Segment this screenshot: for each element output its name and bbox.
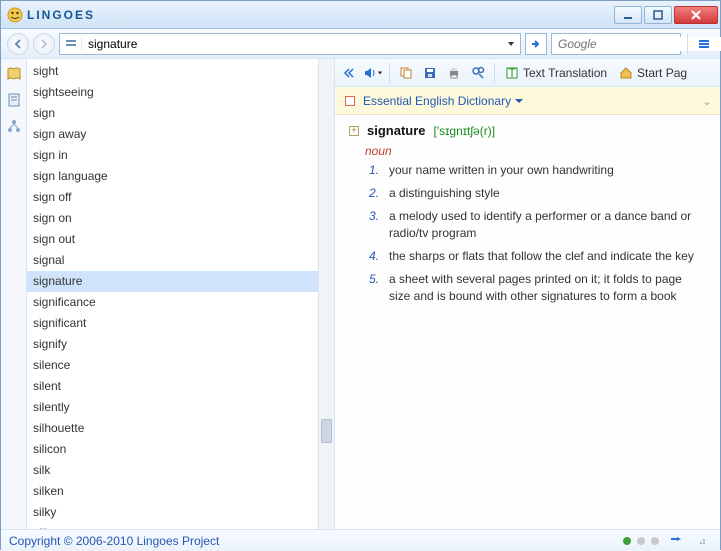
app-logo-icon	[7, 7, 23, 23]
word-list-item[interactable]: sign away	[27, 124, 334, 145]
save-icon[interactable]	[420, 63, 440, 83]
definition-item: 3. a melody used to identify a performer …	[365, 208, 706, 242]
definition-item: 4. the sharps or flats that follow the cl…	[365, 248, 706, 265]
web-search-wrap	[551, 33, 681, 55]
app-title: LINGOES	[27, 8, 95, 22]
word-list-item[interactable]: sign off	[27, 187, 334, 208]
search-field-wrap	[59, 33, 521, 55]
dictionary-bar: Essential English Dictionary ⌄	[335, 87, 720, 115]
definition-number: 4.	[365, 248, 379, 265]
search-mode-icon[interactable]	[60, 38, 82, 50]
close-button[interactable]	[674, 6, 718, 24]
forward-button[interactable]	[33, 33, 55, 55]
collapse-left-icon[interactable]	[339, 63, 359, 83]
definition-item: 5. a sheet with several pages printed on …	[365, 271, 706, 305]
definition-item: 2. a distinguishing style	[365, 185, 706, 202]
svg-text:T: T	[508, 66, 516, 80]
definition-number: 5.	[365, 271, 379, 305]
maximize-button[interactable]	[644, 6, 672, 24]
word-list-item[interactable]: significance	[27, 292, 334, 313]
word-list-scrollbar[interactable]	[318, 59, 334, 529]
word-list-item[interactable]: signature	[27, 271, 334, 292]
text-translation-label: Text Translation	[523, 66, 607, 80]
word-list-item[interactable]: silken	[27, 481, 334, 502]
status-dot-grey1	[637, 537, 645, 545]
resize-grip-icon[interactable]	[694, 533, 706, 548]
dictionary-name-dropdown[interactable]: Essential English Dictionary	[363, 94, 523, 108]
word-list-item[interactable]: sight	[27, 61, 334, 82]
main-toolbar	[1, 29, 720, 59]
menu-button[interactable]	[694, 34, 714, 54]
word-list-item[interactable]: sill	[27, 523, 334, 529]
definition-item: 1. your name written in your own handwrit…	[365, 162, 706, 179]
word-list-item[interactable]: silently	[27, 397, 334, 418]
statusbar: Copyright © 2006-2010 Lingoes Project	[1, 529, 720, 551]
definition-text: a melody used to identify a performer or…	[389, 208, 706, 242]
content-pane: T Text Translation Start Pag Essential E…	[335, 59, 720, 529]
word-list-item[interactable]: silhouette	[27, 418, 334, 439]
speaker-icon[interactable]	[363, 63, 383, 83]
word-list: sightsightseeingsignsign awaysign insign…	[27, 59, 334, 529]
definition-list: 1. your name written in your own handwrit…	[365, 162, 706, 305]
word-list-item[interactable]: signify	[27, 334, 334, 355]
expand-entry-icon[interactable]: +	[349, 126, 359, 136]
word-list-item[interactable]: sightseeing	[27, 82, 334, 103]
word-list-item[interactable]: sign language	[27, 166, 334, 187]
copy-icon[interactable]	[396, 63, 416, 83]
dictionary-collapse-icon[interactable]: ⌄	[702, 94, 712, 108]
pin-icon[interactable]	[668, 532, 682, 549]
appendix-icon[interactable]	[5, 91, 23, 109]
pronunciation: ['sɪgnɪtʃə(r)]	[434, 124, 496, 138]
dictionary-icon	[343, 94, 357, 108]
word-list-item[interactable]: silent	[27, 376, 334, 397]
word-list-item[interactable]: sign out	[27, 229, 334, 250]
titlebar: LINGOES	[1, 1, 720, 29]
content-toolbar: T Text Translation Start Pag	[335, 59, 720, 87]
definition-text: a sheet with several pages printed on it…	[389, 271, 706, 305]
definition-number: 2.	[365, 185, 379, 202]
toolbar-separator	[687, 34, 688, 54]
status-dot-green	[623, 537, 631, 545]
start-page-button[interactable]: Start Pag	[615, 64, 691, 82]
word-list-item[interactable]: silicon	[27, 439, 334, 460]
network-icon[interactable]	[5, 117, 23, 135]
text-translation-button[interactable]: T Text Translation	[501, 64, 611, 82]
word-list-item[interactable]: sign in	[27, 145, 334, 166]
print-icon[interactable]	[444, 63, 464, 83]
scrollbar-thumb[interactable]	[321, 419, 332, 443]
part-of-speech: noun	[365, 144, 706, 158]
headword: signature	[367, 123, 426, 138]
word-list-item[interactable]: significant	[27, 313, 334, 334]
back-button[interactable]	[7, 33, 29, 55]
word-list-item[interactable]: silky	[27, 502, 334, 523]
main-body: sightsightseeingsignsign awaysign insign…	[1, 59, 720, 529]
definition-number: 1.	[365, 162, 379, 179]
go-button[interactable]	[525, 33, 547, 55]
find-icon[interactable]	[468, 63, 488, 83]
word-list-item[interactable]: silence	[27, 355, 334, 376]
word-list-pane: sightsightseeingsignsign awaysign insign…	[27, 59, 335, 529]
definition-text: your name written in your own handwritin…	[389, 162, 706, 179]
book-icon[interactable]	[5, 65, 23, 83]
search-dropdown[interactable]	[502, 40, 520, 48]
minimize-button[interactable]	[614, 6, 642, 24]
entry-content: + signature ['sɪgnɪtʃə(r)] noun 1. your n…	[335, 115, 720, 529]
word-list-item[interactable]: sign on	[27, 208, 334, 229]
copyright-text: Copyright © 2006-2010 Lingoes Project	[9, 534, 219, 548]
word-list-item[interactable]: silk	[27, 460, 334, 481]
definition-text: the sharps or flats that follow the clef…	[389, 248, 706, 265]
definition-number: 3.	[365, 208, 379, 242]
left-icon-column	[1, 59, 27, 529]
start-page-label: Start Pag	[637, 66, 687, 80]
word-list-item[interactable]: sign	[27, 103, 334, 124]
definition-text: a distinguishing style	[389, 185, 706, 202]
status-dot-grey2	[651, 537, 659, 545]
word-list-item[interactable]: signal	[27, 250, 334, 271]
search-input[interactable]	[82, 37, 502, 51]
